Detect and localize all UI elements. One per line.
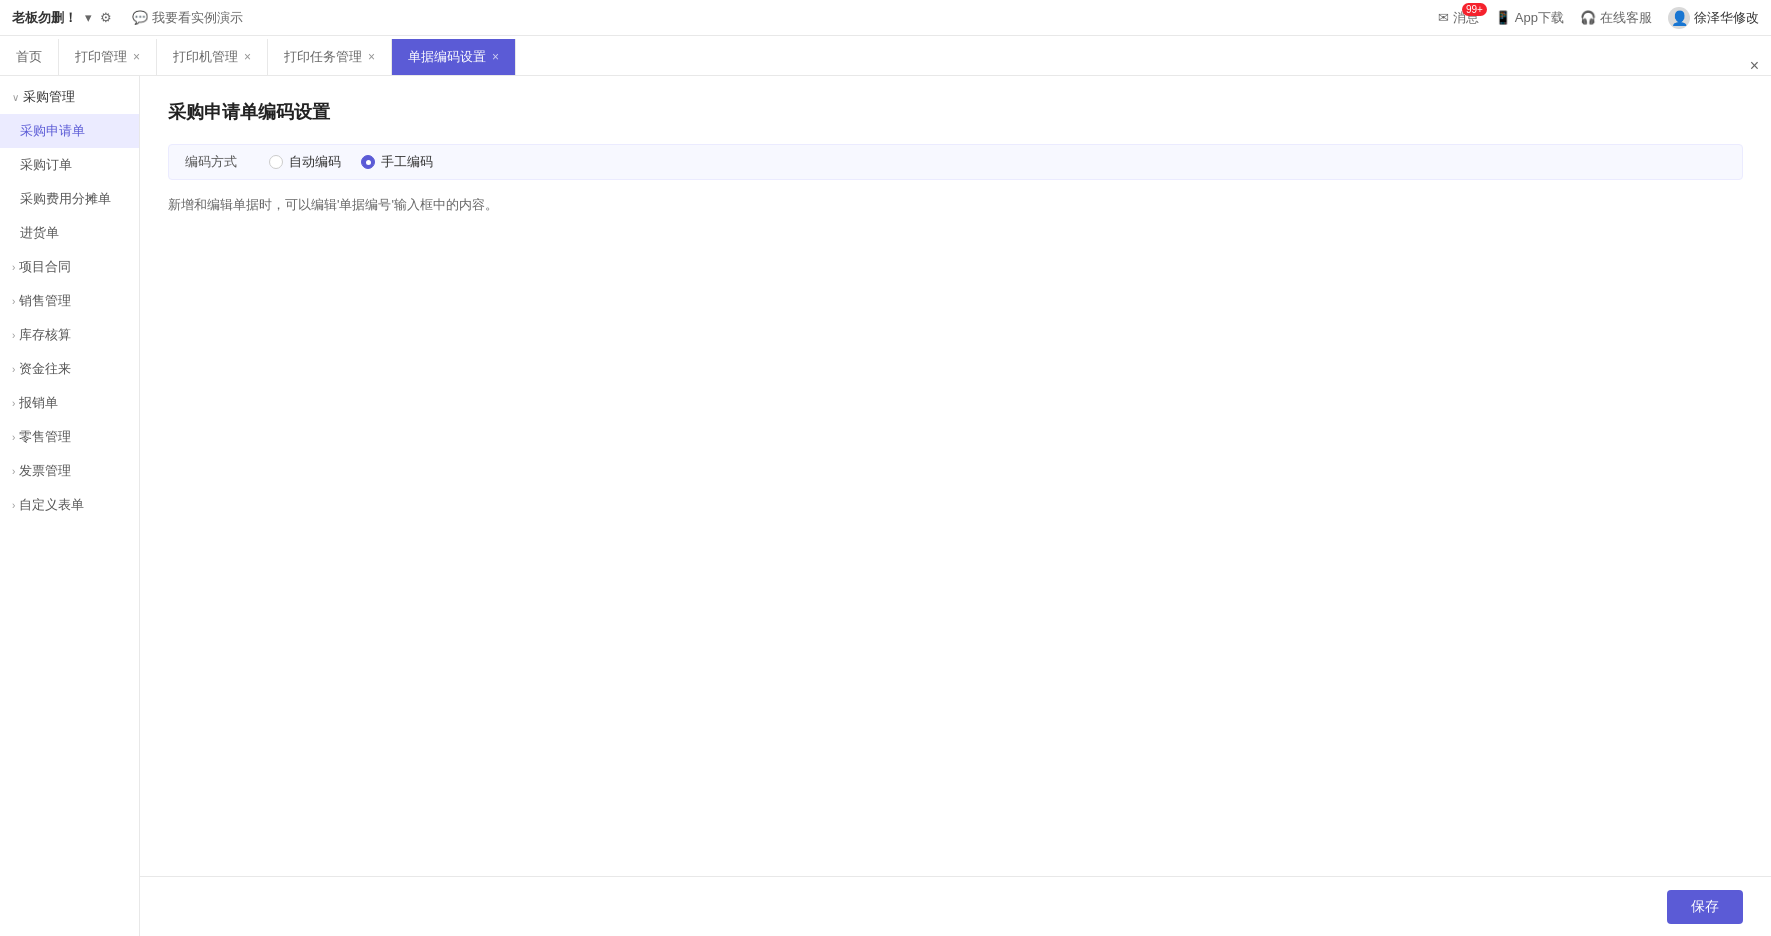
sidebar-item-project-label: 项目合同	[19, 258, 71, 276]
tab-print-task[interactable]: 打印任务管理 ×	[268, 39, 392, 75]
sidebar-item-capital-label: 资金往来	[19, 360, 71, 378]
chevron-right-icon: ›	[12, 262, 15, 273]
sidebar-item-stock-in-label: 进货单	[20, 225, 59, 240]
chevron-down-icon: ∨	[12, 92, 19, 103]
sidebar-item-project[interactable]: › 项目合同	[0, 250, 139, 284]
sidebar-item-purchase-expense[interactable]: 采购费用分摊单	[0, 182, 139, 216]
top-bar-dropdown[interactable]: ▾	[85, 10, 92, 25]
sidebar-item-purchase-request-label: 采购申请单	[20, 123, 85, 138]
user-menu[interactable]: 👤 徐泽华修改	[1668, 7, 1759, 29]
message-button[interactable]: ✉ 消息 99+	[1438, 9, 1479, 27]
sidebar-item-custom-form-label: 自定义表单	[19, 496, 84, 514]
sidebar: ∨ 采购管理 采购申请单 采购订单 采购费用分摊单 进货单 › 项目合同 › 销…	[0, 76, 140, 936]
chevron-right-icon: ›	[12, 398, 15, 409]
sidebar-group-purchase-label: 采购管理	[23, 88, 75, 106]
online-service-label: 在线客服	[1600, 9, 1652, 27]
tab-home[interactable]: 首页	[0, 39, 59, 75]
sidebar-item-purchase-order[interactable]: 采购订单	[0, 148, 139, 182]
user-name: 徐泽华修改	[1694, 9, 1759, 27]
tab-printer-manage-label: 打印机管理	[173, 48, 238, 66]
sidebar-item-stock-in[interactable]: 进货单	[0, 216, 139, 250]
chevron-right-icon: ›	[12, 296, 15, 307]
footer-bar: 保存	[140, 876, 1771, 936]
sidebar-item-invoice-label: 发票管理	[19, 462, 71, 480]
sidebar-item-returns-label: 报销单	[19, 394, 58, 412]
sidebar-item-sales[interactable]: › 销售管理	[0, 284, 139, 318]
sidebar-item-purchase-expense-label: 采购费用分摊单	[20, 191, 111, 206]
top-bar-right: ✉ 消息 99+ 📱 App下载 🎧 在线客服 👤 徐泽华修改	[1438, 7, 1759, 29]
message-badge: 99+	[1462, 3, 1487, 16]
top-bar-left: 老板勿删！ ▾ ⚙ 💬 我要看实例演示	[12, 9, 243, 27]
sidebar-item-warehouse[interactable]: › 库存核算	[0, 318, 139, 352]
encode-radio-group: 自动编码 手工编码	[269, 153, 433, 171]
headset-icon: 🎧	[1580, 10, 1596, 25]
chevron-down-icon: ▾	[85, 10, 92, 25]
main-layout: ∨ 采购管理 采购申请单 采购订单 采购费用分摊单 进货单 › 项目合同 › 销…	[0, 76, 1771, 936]
sidebar-item-purchase-request[interactable]: 采购申请单	[0, 114, 139, 148]
tab-panel-close[interactable]: ×	[1750, 57, 1759, 75]
tab-barcode-setting-label: 单据编码设置	[408, 48, 486, 66]
tab-printer-manage[interactable]: 打印机管理 ×	[157, 39, 268, 75]
tab-home-label: 首页	[16, 48, 42, 66]
tab-print-task-close[interactable]: ×	[368, 50, 375, 64]
tab-print-manage-label: 打印管理	[75, 48, 127, 66]
chevron-right-icon: ›	[12, 330, 15, 341]
info-text: 新增和编辑单据时，可以编辑'单据编号'输入框中的内容。	[168, 196, 1743, 214]
tab-print-manage-close[interactable]: ×	[133, 50, 140, 64]
tab-barcode-setting-close[interactable]: ×	[492, 50, 499, 64]
settings-button[interactable]: ⚙	[100, 10, 112, 25]
page-title: 采购申请单编码设置	[168, 100, 1743, 124]
chat-icon: 💬	[132, 10, 148, 25]
online-service-button[interactable]: 🎧 在线客服	[1580, 9, 1652, 27]
sidebar-item-warehouse-label: 库存核算	[19, 326, 71, 344]
app-download-label: App下载	[1515, 9, 1564, 27]
radio-manual-circle	[361, 155, 375, 169]
encode-mode-label: 编码方式	[185, 153, 245, 171]
gear-icon: ⚙	[100, 10, 112, 25]
sidebar-item-capital[interactable]: › 资金往来	[0, 352, 139, 386]
tab-barcode-setting[interactable]: 单据编码设置 ×	[392, 39, 516, 75]
top-bar: 老板勿删！ ▾ ⚙ 💬 我要看实例演示 ✉ 消息 99+ 📱 App下载 🎧 在…	[0, 0, 1771, 36]
radio-manual-label: 手工编码	[381, 153, 433, 171]
radio-auto-label: 自动编码	[289, 153, 341, 171]
app-logo: 老板勿删！	[12, 9, 77, 27]
chevron-right-icon: ›	[12, 364, 15, 375]
save-button[interactable]: 保存	[1667, 890, 1743, 924]
radio-manual-encode[interactable]: 手工编码	[361, 153, 433, 171]
content-inner: 采购申请单编码设置 编码方式 自动编码 手工编码 新增和编辑单据时，可以编辑'单…	[140, 76, 1771, 876]
chevron-right-icon: ›	[12, 466, 15, 477]
tab-print-manage[interactable]: 打印管理 ×	[59, 39, 157, 75]
sidebar-group-purchase: ∨ 采购管理 采购申请单 采购订单 采购费用分摊单 进货单	[0, 80, 139, 250]
sidebar-item-invoice[interactable]: › 发票管理	[0, 454, 139, 488]
avatar: 👤	[1668, 7, 1690, 29]
tabs-bar: 首页 打印管理 × 打印机管理 × 打印任务管理 × 单据编码设置 × ×	[0, 36, 1771, 76]
demo-link[interactable]: 💬 我要看实例演示	[132, 9, 243, 27]
sidebar-group-purchase-title[interactable]: ∨ 采购管理	[0, 80, 139, 114]
encode-mode-row: 编码方式 自动编码 手工编码	[168, 144, 1743, 180]
sidebar-item-purchase-order-label: 采购订单	[20, 157, 72, 172]
sidebar-item-custom-form[interactable]: › 自定义表单	[0, 488, 139, 522]
download-icon: 📱	[1495, 10, 1511, 25]
sidebar-item-sales-label: 销售管理	[19, 292, 71, 310]
close-icon: ×	[1750, 57, 1759, 75]
sidebar-item-returns[interactable]: › 报销单	[0, 386, 139, 420]
radio-auto-encode[interactable]: 自动编码	[269, 153, 341, 171]
app-download-button[interactable]: 📱 App下载	[1495, 9, 1564, 27]
radio-auto-circle	[269, 155, 283, 169]
sidebar-item-retail-label: 零售管理	[19, 428, 71, 446]
sidebar-item-retail[interactable]: › 零售管理	[0, 420, 139, 454]
message-icon: ✉	[1438, 10, 1449, 25]
chevron-right-icon: ›	[12, 432, 15, 443]
tab-print-task-label: 打印任务管理	[284, 48, 362, 66]
tab-printer-manage-close[interactable]: ×	[244, 50, 251, 64]
demo-text: 我要看实例演示	[152, 9, 243, 27]
content-area: 采购申请单编码设置 编码方式 自动编码 手工编码 新增和编辑单据时，可以编辑'单…	[140, 76, 1771, 936]
chevron-right-icon: ›	[12, 500, 15, 511]
